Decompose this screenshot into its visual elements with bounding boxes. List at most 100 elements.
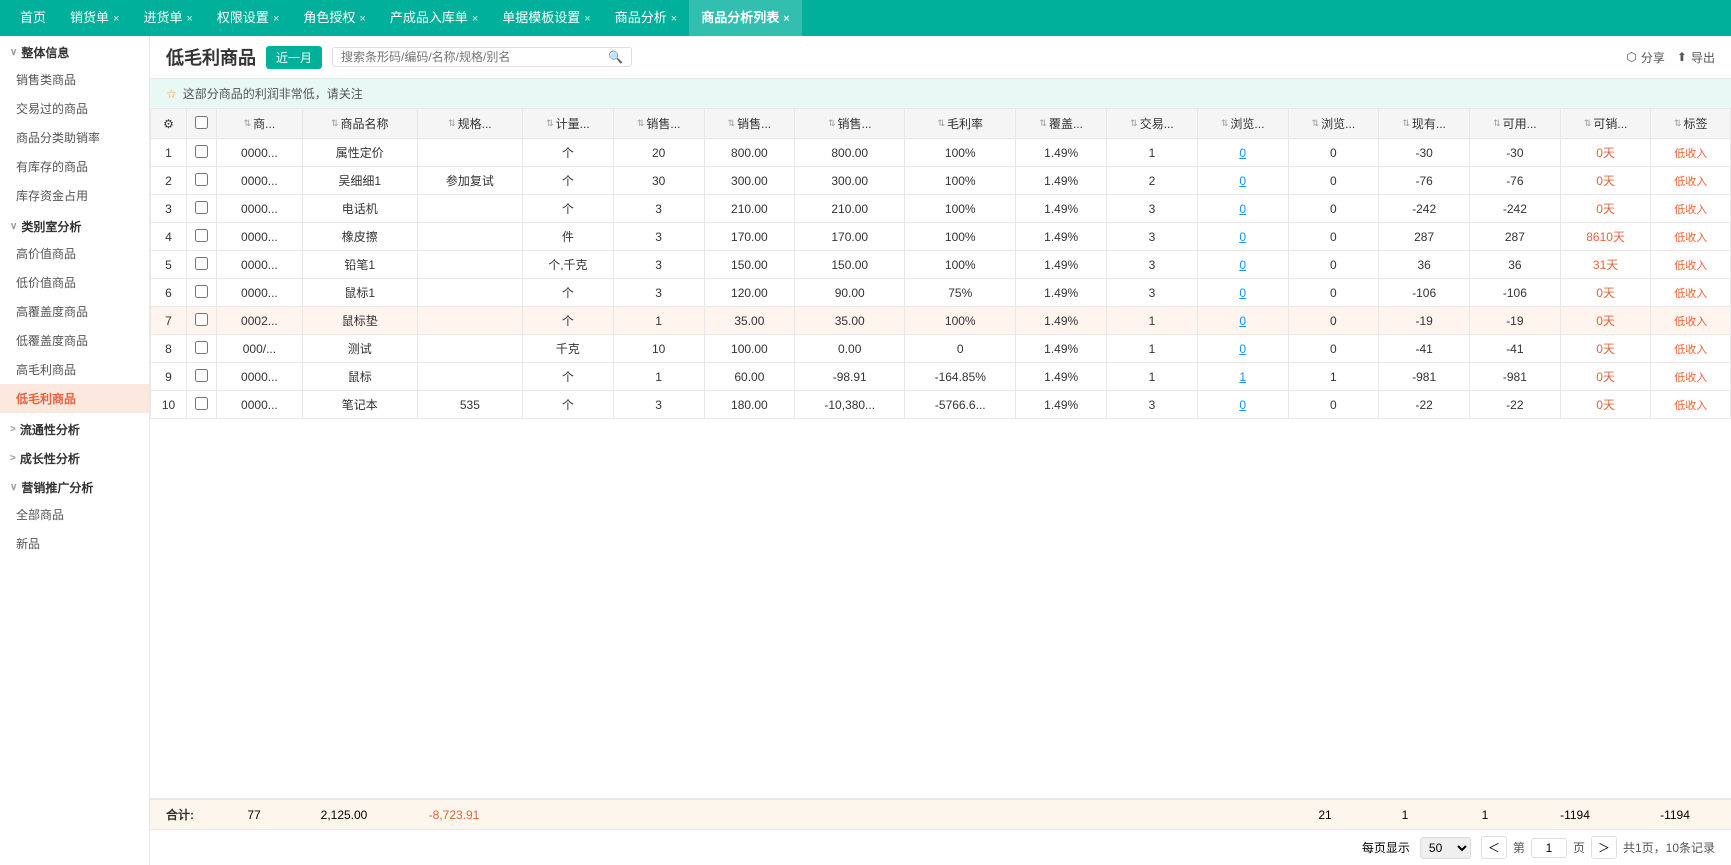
view-link[interactable]: 0: [1239, 398, 1246, 412]
col-header-code[interactable]: ⇅商...: [217, 109, 303, 139]
view-link[interactable]: 0: [1239, 230, 1246, 244]
sidebar-group-流通性分析[interactable]: >流通性分析: [0, 413, 149, 442]
sidebar-item-高价值商品[interactable]: 高价值商品: [0, 239, 149, 268]
select-all-checkbox[interactable]: [195, 116, 208, 129]
view-link[interactable]: 0: [1239, 174, 1246, 188]
close-tab-icon[interactable]: ×: [783, 13, 789, 25]
cell-checkbox[interactable]: [187, 167, 217, 195]
col-header-gross_margin[interactable]: ⇅毛利率: [905, 109, 1016, 139]
col-header-spec[interactable]: ⇅规格...: [417, 109, 522, 139]
row-checkbox[interactable]: [195, 145, 208, 158]
col-header-sellable_days[interactable]: ⇅可销...: [1560, 109, 1651, 139]
col-header-current_stock[interactable]: ⇅现有...: [1379, 109, 1470, 139]
sidebar-item-有库存的商品[interactable]: 有库存的商品: [0, 152, 149, 181]
cell-checkbox[interactable]: [187, 279, 217, 307]
view-link[interactable]: 0: [1239, 342, 1246, 356]
row-checkbox[interactable]: [195, 173, 208, 186]
cell-checkbox[interactable]: [187, 307, 217, 335]
col-header-unit[interactable]: ⇅计量...: [523, 109, 614, 139]
close-tab-icon[interactable]: ×: [186, 13, 192, 25]
col-header-sale_qty[interactable]: ⇅销售...: [613, 109, 704, 139]
sidebar-item-低毛利商品[interactable]: 低毛利商品: [0, 384, 149, 413]
nav-item-产成品入库单[interactable]: 产成品入库单×: [378, 0, 490, 36]
sidebar-item-低覆盖度商品[interactable]: 低覆盖度商品: [0, 326, 149, 355]
cell-checkbox[interactable]: [187, 195, 217, 223]
sidebar-group-整体信息[interactable]: ∨整体信息: [0, 36, 149, 65]
close-tab-icon[interactable]: ×: [273, 13, 279, 25]
settings-icon[interactable]: ⚙: [163, 117, 174, 131]
nav-item-商品分析列表[interactable]: 商品分析列表×: [689, 0, 801, 36]
nav-item-商品分析[interactable]: 商品分析×: [603, 0, 689, 36]
nav-item-销货单[interactable]: 销货单×: [58, 0, 131, 36]
close-tab-icon[interactable]: ×: [472, 13, 478, 25]
nav-item-首页[interactable]: 首页: [8, 0, 58, 36]
cell-checkbox[interactable]: [187, 223, 217, 251]
sidebar-item-全部商品[interactable]: 全部商品: [0, 500, 149, 529]
view-link[interactable]: 1: [1239, 370, 1246, 384]
sidebar-item-低价值商品[interactable]: 低价值商品: [0, 268, 149, 297]
cell-view1[interactable]: 0: [1197, 335, 1288, 363]
view-link[interactable]: 0: [1239, 202, 1246, 216]
next-page-button[interactable]: ＞: [1591, 836, 1617, 859]
cell-view1[interactable]: 0: [1197, 223, 1288, 251]
nav-item-角色授权[interactable]: 角色授权×: [291, 0, 377, 36]
row-checkbox[interactable]: [195, 257, 208, 270]
prev-page-button[interactable]: ＜: [1481, 836, 1507, 859]
row-checkbox[interactable]: [195, 229, 208, 242]
row-checkbox[interactable]: [195, 369, 208, 382]
sidebar-item-商品分类助销率[interactable]: 商品分类助销率: [0, 123, 149, 152]
col-header-sale_price[interactable]: ⇅销售...: [704, 109, 795, 139]
col-header-view1[interactable]: ⇅浏览...: [1197, 109, 1288, 139]
nav-item-权限设置[interactable]: 权限设置×: [205, 0, 291, 36]
close-tab-icon[interactable]: ×: [113, 13, 119, 25]
cell-view1[interactable]: 0: [1197, 391, 1288, 419]
view-link[interactable]: 0: [1239, 146, 1246, 160]
row-checkbox[interactable]: [195, 313, 208, 326]
table-wrapper[interactable]: ⚙⇅商...⇅商品名称⇅规格...⇅计量...⇅销售...⇅销售...⇅销售..…: [150, 108, 1731, 798]
sidebar-item-高覆盖度商品[interactable]: 高覆盖度商品: [0, 297, 149, 326]
cell-view1[interactable]: 1: [1197, 363, 1288, 391]
cell-view1[interactable]: 0: [1197, 139, 1288, 167]
cell-view1[interactable]: 0: [1197, 279, 1288, 307]
cell-checkbox[interactable]: [187, 139, 217, 167]
nav-item-进货单[interactable]: 进货单×: [131, 0, 204, 36]
cell-view1[interactable]: 0: [1197, 307, 1288, 335]
page-number-input[interactable]: [1531, 838, 1567, 858]
col-header-trade_count[interactable]: ⇅交易...: [1107, 109, 1198, 139]
sidebar-item-交易过的商品[interactable]: 交易过的商品: [0, 94, 149, 123]
sidebar-group-营销推广分析[interactable]: ∨营销推广分析: [0, 471, 149, 500]
col-header-coverage[interactable]: ⇅覆盖...: [1016, 109, 1107, 139]
cell-view1[interactable]: 0: [1197, 167, 1288, 195]
cell-checkbox[interactable]: [187, 335, 217, 363]
close-tab-icon[interactable]: ×: [359, 13, 365, 25]
view-link[interactable]: 0: [1239, 286, 1246, 300]
col-header-name[interactable]: ⇅商品名称: [302, 109, 417, 139]
row-checkbox[interactable]: [195, 341, 208, 354]
export-button[interactable]: ⬆ 导出: [1677, 49, 1715, 66]
cell-checkbox[interactable]: [187, 363, 217, 391]
close-tab-icon[interactable]: ×: [671, 13, 677, 25]
row-checkbox[interactable]: [195, 201, 208, 214]
close-tab-icon[interactable]: ×: [584, 13, 590, 25]
col-header-tag[interactable]: ⇅标签: [1651, 109, 1731, 139]
filter-button[interactable]: 近一月: [266, 46, 322, 69]
sidebar-item-销售类商品[interactable]: 销售类商品: [0, 65, 149, 94]
row-checkbox[interactable]: [195, 285, 208, 298]
cell-view1[interactable]: 0: [1197, 251, 1288, 279]
cell-checkbox[interactable]: [187, 251, 217, 279]
sidebar-item-新品[interactable]: 新品: [0, 529, 149, 558]
col-header-view2[interactable]: ⇅浏览...: [1288, 109, 1379, 139]
cell-checkbox[interactable]: [187, 391, 217, 419]
view-link[interactable]: 0: [1239, 314, 1246, 328]
sidebar-item-库存资金占用[interactable]: 库存资金占用: [0, 181, 149, 210]
per-page-select[interactable]: 50 100 200: [1420, 837, 1471, 859]
sidebar-group-类别室分析[interactable]: ∨类别室分析: [0, 210, 149, 239]
share-button[interactable]: ⬡ 分享: [1626, 49, 1665, 66]
cell-view1[interactable]: 0: [1197, 195, 1288, 223]
search-input[interactable]: [341, 50, 604, 64]
sidebar-group-成长性分析[interactable]: >成长性分析: [0, 442, 149, 471]
search-icon[interactable]: 🔍: [608, 50, 623, 64]
col-header-available_stock[interactable]: ⇅可用...: [1470, 109, 1561, 139]
sidebar-item-高毛利商品[interactable]: 高毛利商品: [0, 355, 149, 384]
nav-item-单据模板设置[interactable]: 单据模板设置×: [490, 0, 602, 36]
